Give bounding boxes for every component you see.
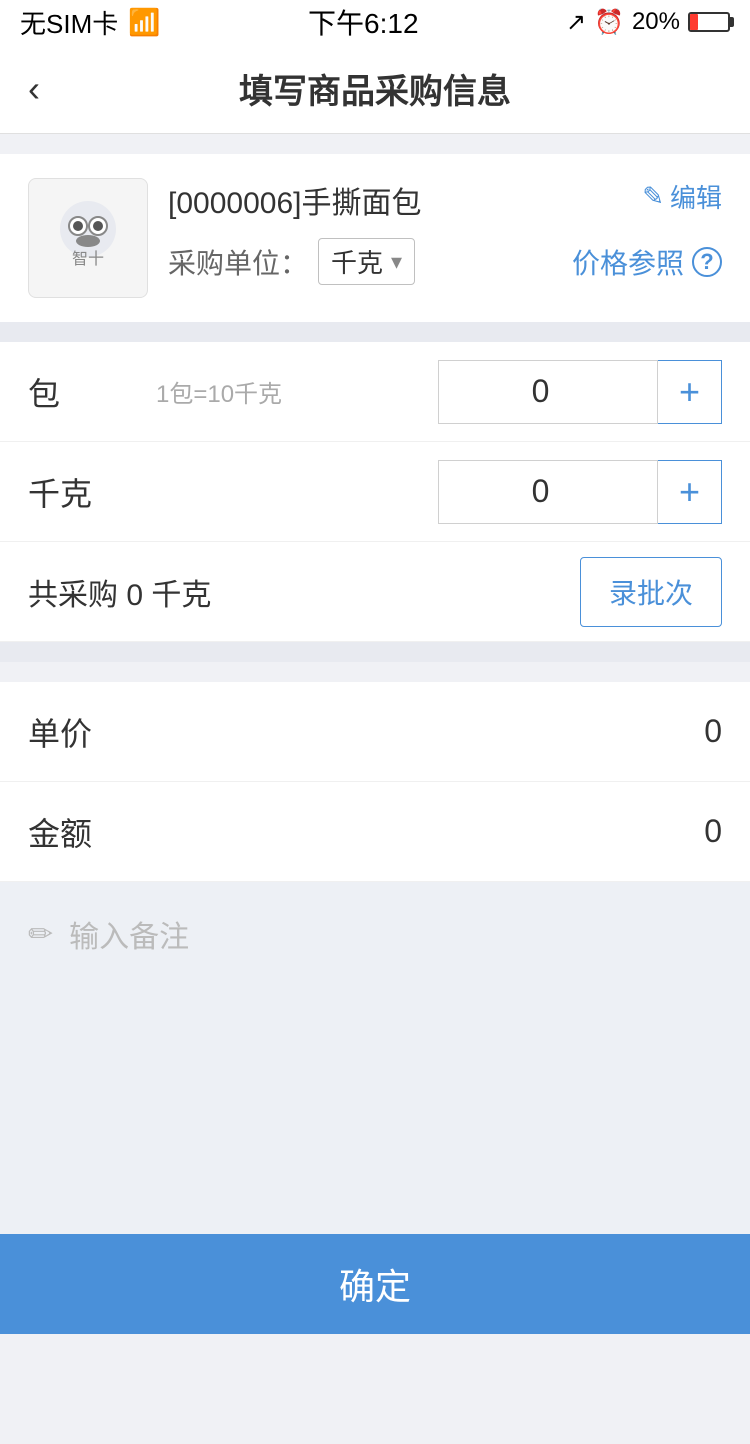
kg-plus-button[interactable]: + bbox=[658, 460, 722, 524]
kg-label: 千克 bbox=[28, 469, 148, 515]
product-header: [0000006]手撕面包 ✎ 编辑 bbox=[168, 178, 722, 222]
bag-sublabel: 1包=10千克 bbox=[156, 374, 282, 409]
amount-row: 金额 0 bbox=[0, 782, 750, 882]
help-icon: ? bbox=[692, 247, 722, 277]
section-divider-1 bbox=[0, 322, 750, 342]
amount-value: 0 bbox=[704, 813, 722, 850]
unit-price-row: 单价 0 bbox=[0, 682, 750, 782]
remark-section[interactable]: ✏ 输入备注 bbox=[0, 882, 750, 986]
amount-label: 金额 bbox=[28, 809, 92, 855]
wifi-icon: 📶 bbox=[128, 7, 160, 38]
product-id: [0000006] bbox=[168, 187, 301, 220]
pencil-icon: ✏ bbox=[28, 917, 53, 952]
back-button[interactable]: ‹ bbox=[28, 68, 40, 110]
bag-input-right: + bbox=[438, 360, 722, 424]
price-reference-button[interactable]: 价格参照 ? bbox=[572, 242, 722, 282]
status-left: 无SIM卡 📶 bbox=[20, 4, 161, 41]
product-logo-icon: 智十 bbox=[48, 194, 128, 283]
kg-input-row: 千克 + bbox=[0, 442, 750, 542]
confirm-button[interactable]: 确定 bbox=[0, 1234, 750, 1334]
edit-button[interactable]: ✎ 编辑 bbox=[642, 178, 722, 215]
edit-icon: ✎ bbox=[642, 181, 664, 212]
bag-plus-button[interactable]: + bbox=[658, 360, 722, 424]
purchase-unit-label: 采购单位： bbox=[168, 242, 308, 282]
product-image: 智十 bbox=[28, 178, 148, 298]
product-name-text: 手撕面包 bbox=[301, 187, 421, 220]
record-batch-button[interactable]: 录批次 bbox=[580, 557, 722, 627]
status-right: ↗ ⏰ 20% bbox=[566, 8, 730, 37]
status-bar: 无SIM卡 📶 下午6:12 ↗ ⏰ 20% bbox=[0, 0, 750, 44]
battery-percent: 20% bbox=[632, 8, 680, 36]
battery-icon bbox=[688, 12, 730, 32]
unit-select[interactable]: 千克 ▾ bbox=[318, 238, 415, 285]
unit-price-value: 0 bbox=[704, 713, 722, 750]
product-info: [0000006]手撕面包 ✎ 编辑 采购单位： 千克 ▾ 价格参照 bbox=[168, 178, 722, 285]
bag-input-row: 包 1包=10千克 + bbox=[0, 342, 750, 442]
nav-bar: ‹ 填写商品采购信息 bbox=[0, 44, 750, 134]
bag-label: 包 bbox=[28, 369, 148, 415]
total-row: 共采购 0 千克 录批次 bbox=[0, 542, 750, 642]
unit-price-label: 单价 bbox=[28, 709, 92, 755]
unit-value: 千克 bbox=[331, 243, 383, 280]
bag-quantity-input[interactable] bbox=[438, 360, 658, 424]
product-card: 智十 [0000006]手撕面包 ✎ 编辑 采购单位： 千克 ▾ bbox=[0, 154, 750, 322]
location-icon: ↗ bbox=[566, 8, 586, 37]
alarm-icon: ⏰ bbox=[594, 8, 624, 37]
status-time: 下午6:12 bbox=[308, 2, 419, 42]
total-label: 共采购 0 千克 bbox=[28, 570, 211, 614]
product-name: [0000006]手撕面包 bbox=[168, 178, 421, 222]
input-section: 包 1包=10千克 + 千克 + 共采购 0 千克 录批次 bbox=[0, 342, 750, 642]
section-divider-2 bbox=[0, 642, 750, 662]
confirm-button-label: 确定 bbox=[339, 1258, 411, 1310]
price-info-section: 单价 0 金额 0 bbox=[0, 682, 750, 882]
svg-text:智十: 智十 bbox=[72, 250, 104, 268]
kg-quantity-input[interactable] bbox=[438, 460, 658, 524]
carrier-label: 无SIM卡 bbox=[20, 4, 118, 41]
purchase-unit-row: 采购单位： 千克 ▾ 价格参照 ? bbox=[168, 238, 722, 285]
kg-input-right: + bbox=[438, 460, 722, 524]
remark-placeholder: 输入备注 bbox=[69, 912, 189, 956]
chevron-down-icon: ▾ bbox=[391, 249, 402, 275]
page-title: 填写商品采购信息 bbox=[239, 64, 511, 113]
